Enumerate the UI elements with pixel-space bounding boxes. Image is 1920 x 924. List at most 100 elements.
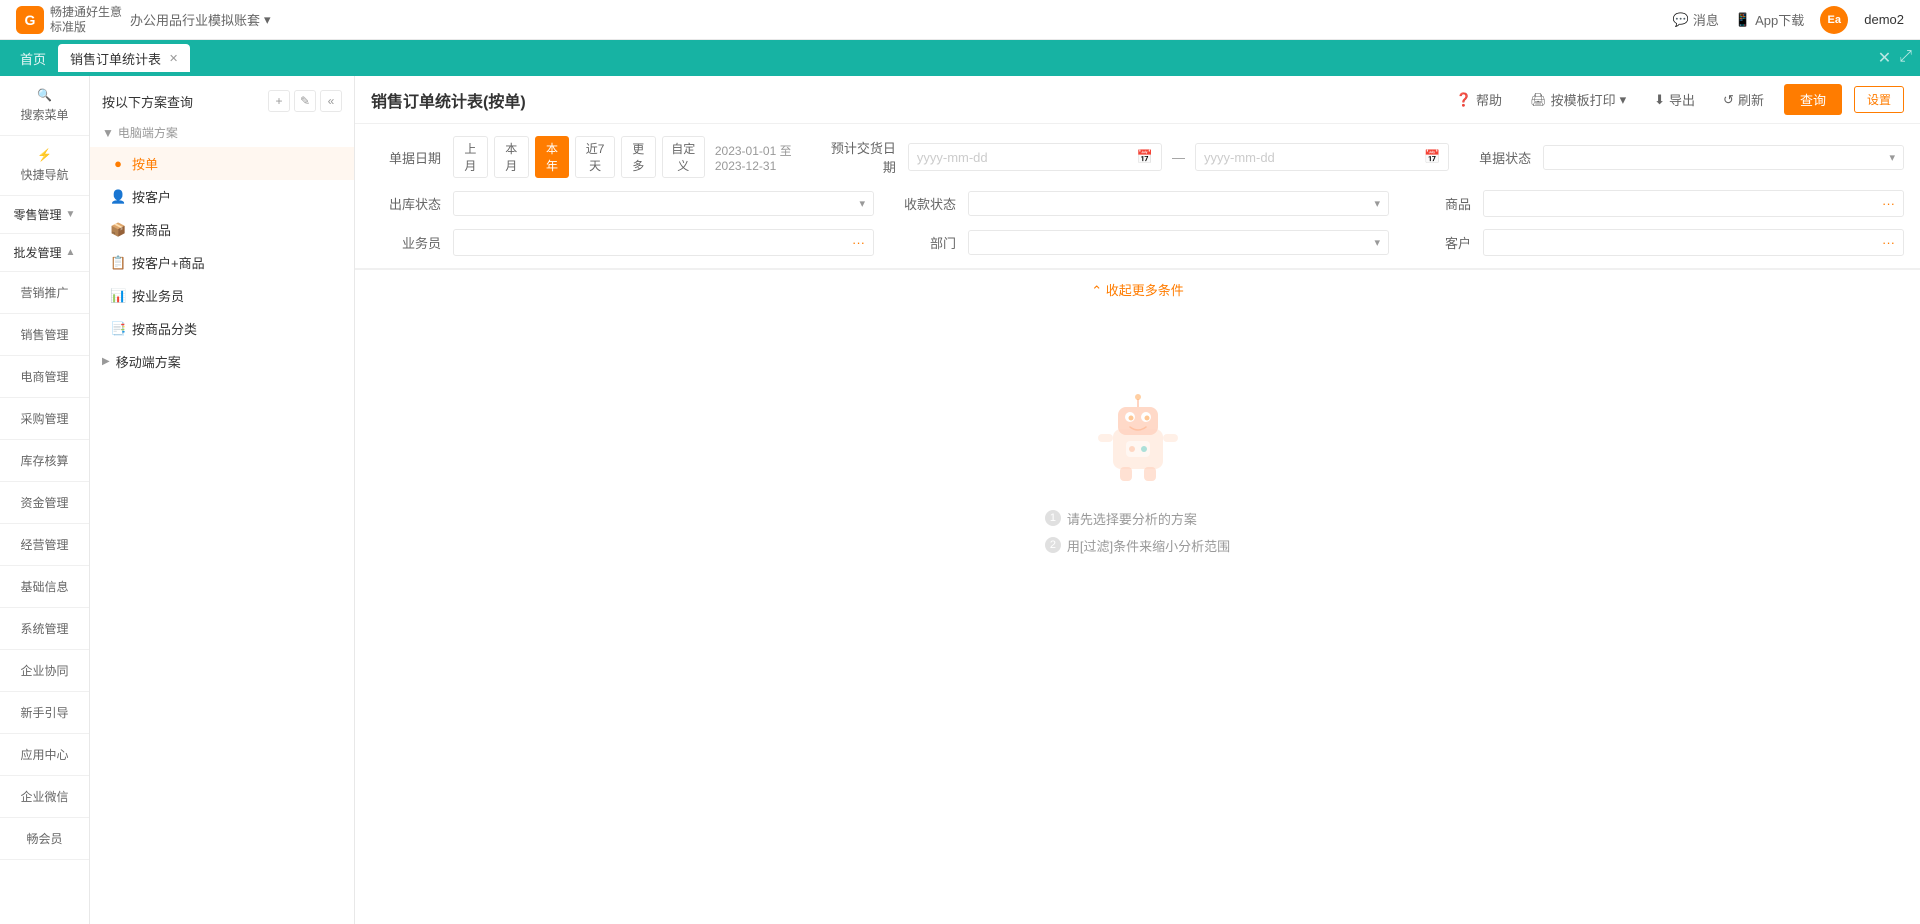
date-btn-more[interactable]: 更多 — [621, 136, 656, 178]
collapse-panel-button[interactable]: « — [320, 90, 342, 112]
sidebar-item-enterprise-collab[interactable]: 企业协同 — [0, 650, 89, 692]
export-button[interactable]: ⬇ 导出 — [1646, 86, 1703, 113]
order-status-group: ▾ — [1543, 145, 1904, 170]
filter-row-1: 单据日期 上月 本月 本年 近7天 更多 自定义 2023-01-01 至 20… — [371, 136, 1904, 178]
filter-header: 销售订单统计表(按单) ❓ 帮助 🖨 按模板打印 ▾ ⬇ 导出 — [355, 76, 1920, 124]
tree-item-by-customer[interactable]: 👤 按客户 — [90, 180, 354, 213]
product-group: ··· — [1483, 190, 1904, 217]
print-icon: 🖨 — [1530, 92, 1547, 108]
department-label: 部门 — [886, 233, 956, 252]
sidebar-item-ecommerce-mgmt[interactable]: 电商管理 — [0, 356, 89, 398]
panel-title: 按以下方案查询 — [102, 92, 193, 111]
collapse-conditions-button[interactable]: ⌃ 收起更多条件 — [355, 269, 1920, 309]
date-label: 单据日期 — [371, 148, 441, 167]
payment-status-group: ▾ — [968, 191, 1389, 216]
query-button[interactable]: 查询 — [1784, 84, 1842, 115]
tab-bar: 首页 销售订单统计表 ✕ ✕ ⤢ — [0, 40, 1920, 76]
product-more-icon[interactable]: ··· — [1882, 196, 1895, 211]
search-menu-icon: 🔍 — [37, 88, 52, 102]
order-status-label: 单据状态 — [1461, 148, 1531, 167]
sidebar-item-member[interactable]: 畅会员 — [0, 818, 89, 860]
help-icon: ❓ — [1456, 92, 1472, 108]
date-btn-custom[interactable]: 自定义 — [662, 136, 705, 178]
retail-mgmt-arrow-icon: ▼ — [66, 209, 76, 220]
filter-row-2: 出库状态 ▾ 收款状态 ▾ 商品 — [371, 190, 1904, 217]
tab-close-all-icon[interactable]: ✕ — [1878, 48, 1891, 68]
sidebar-item-marketing[interactable]: 营销推广 — [0, 272, 89, 314]
empty-tip-2: 2 用[过滤]条件来缩小分析范围 — [1045, 536, 1230, 555]
product-input[interactable]: ··· — [1483, 190, 1904, 217]
user-name: demo2 — [1864, 12, 1904, 27]
customer-input[interactable]: ··· — [1483, 229, 1904, 256]
message-icon: 💬 — [1673, 12, 1689, 28]
delivery-status-arrow-icon: ▾ — [859, 197, 865, 210]
salesperson-input[interactable]: ··· — [453, 229, 874, 256]
delivery-status-group: ▾ — [453, 191, 874, 216]
sidebar-item-purchase-mgmt[interactable]: 采购管理 — [0, 398, 89, 440]
tree-item-by-order[interactable]: ● 按单 — [90, 147, 354, 180]
order-status-select[interactable]: ▾ — [1543, 145, 1904, 170]
expected-date-from-input[interactable]: yyyy-mm-dd 📅 — [908, 143, 1162, 171]
department-select[interactable]: ▾ — [968, 230, 1389, 255]
date-btn-last-month[interactable]: 上月 — [453, 136, 488, 178]
content-area: 按以下方案查询 + ✎ « ▼ 电脑端方案 ● 按单 👤 按客户 — [90, 76, 1920, 924]
customer-group: ··· — [1483, 229, 1904, 256]
sidebar-item-wholesale-mgmt[interactable]: 批发管理 ▲ — [0, 234, 89, 272]
customer-label: 客户 — [1401, 233, 1471, 252]
filter-section: 单据日期 上月 本月 本年 近7天 更多 自定义 2023-01-01 至 20… — [355, 124, 1920, 269]
sidebar-item-capital-mgmt[interactable]: 资金管理 — [0, 482, 89, 524]
sidebar-item-app-center[interactable]: 应用中心 — [0, 734, 89, 776]
logo-area: G 畅捷通好生意 标准版 — [16, 5, 122, 34]
tab-home[interactable]: 首页 — [8, 44, 58, 72]
date-btn-last-7-days[interactable]: 近7天 — [575, 136, 614, 178]
sidebar-item-basic-info[interactable]: 基础信息 — [0, 566, 89, 608]
sidebar-item-enterprise-wechat[interactable]: 企业微信 — [0, 776, 89, 818]
sidebar-item-system-mgmt[interactable]: 系统管理 — [0, 608, 89, 650]
app-download-button[interactable]: 📱 App下载 — [1735, 10, 1804, 29]
tab-expand-icon[interactable]: ⤢ — [1899, 48, 1912, 68]
sidebar-item-sales-mgmt[interactable]: 销售管理 — [0, 314, 89, 356]
sidebar-item-quick-nav[interactable]: ⚡ 快捷导航 — [0, 136, 89, 196]
delivery-status-select[interactable]: ▾ — [453, 191, 874, 216]
date-btn-this-month[interactable]: 本月 — [494, 136, 529, 178]
wholesale-mgmt-arrow-icon: ▲ — [66, 247, 76, 258]
page-title: 销售订单统计表(按单) — [371, 88, 526, 112]
sidebar-item-retail-mgmt[interactable]: 零售管理 ▼ — [0, 196, 89, 234]
customer-more-icon[interactable]: ··· — [1882, 235, 1895, 250]
sidebar-item-new-guide[interactable]: 新手引导 — [0, 692, 89, 734]
help-button[interactable]: ❓ 帮助 — [1448, 86, 1510, 113]
empty-state: 1 请先选择要分析的方案 2 用[过滤]条件来缩小分析范围 — [355, 309, 1920, 635]
sidebar-item-operations-mgmt[interactable]: 经营管理 — [0, 524, 89, 566]
tree-item-by-product[interactable]: 📦 按商品 — [90, 213, 354, 246]
add-scheme-button[interactable]: + — [268, 90, 290, 112]
message-button[interactable]: 💬 消息 — [1673, 10, 1719, 29]
expected-date-label: 预计交货日期 — [826, 138, 896, 176]
tree-item-mobile-group[interactable]: ▶ 移动端方案 — [90, 345, 354, 378]
department-arrow-icon: ▾ — [1374, 236, 1380, 249]
avatar[interactable]: Ea — [1820, 6, 1848, 34]
print-arrow-icon: ▾ — [1620, 92, 1627, 108]
tree-item-by-product-category[interactable]: 📑 按商品分类 — [90, 312, 354, 345]
empty-tips: 1 请先选择要分析的方案 2 用[过滤]条件来缩小分析范围 — [1045, 509, 1230, 555]
desktop-group-label: ▼ 电脑端方案 — [90, 118, 354, 147]
edit-scheme-button[interactable]: ✎ — [294, 90, 316, 112]
sidebar-item-inventory[interactable]: 库存核算 — [0, 440, 89, 482]
payment-status-select[interactable]: ▾ — [968, 191, 1389, 216]
sidebar-item-search-menu[interactable]: 🔍 搜索菜单 — [0, 76, 89, 136]
breadcrumb[interactable]: 办公用品行业模拟账套 ▾ — [130, 10, 271, 29]
template-print-button[interactable]: 🖨 按模板打印 ▾ — [1522, 86, 1634, 113]
salesperson-more-icon[interactable]: ··· — [852, 235, 865, 250]
tab-close-icon[interactable]: ✕ — [169, 52, 178, 65]
export-icon: ⬇ — [1654, 92, 1665, 108]
tree-item-by-salesperson[interactable]: 📊 按业务员 — [90, 279, 354, 312]
expected-date-to-input[interactable]: yyyy-mm-dd 📅 — [1195, 143, 1449, 171]
date-btn-this-year[interactable]: 本年 — [535, 136, 570, 178]
settings-button[interactable]: 设置 — [1854, 86, 1904, 113]
tab-sales-order-stats[interactable]: 销售订单统计表 ✕ — [58, 44, 190, 72]
tree-item-by-customer-product[interactable]: 📋 按客户+商品 — [90, 246, 354, 279]
left-panel: 按以下方案查询 + ✎ « ▼ 电脑端方案 ● 按单 👤 按客户 — [90, 76, 355, 924]
date-separator: — — [1168, 150, 1189, 165]
refresh-button[interactable]: ↺ 刷新 — [1715, 86, 1772, 113]
top-bar: G 畅捷通好生意 标准版 办公用品行业模拟账套 ▾ 💬 消息 📱 App下载 E… — [0, 0, 1920, 40]
panel-header: 按以下方案查询 + ✎ « — [90, 84, 354, 118]
